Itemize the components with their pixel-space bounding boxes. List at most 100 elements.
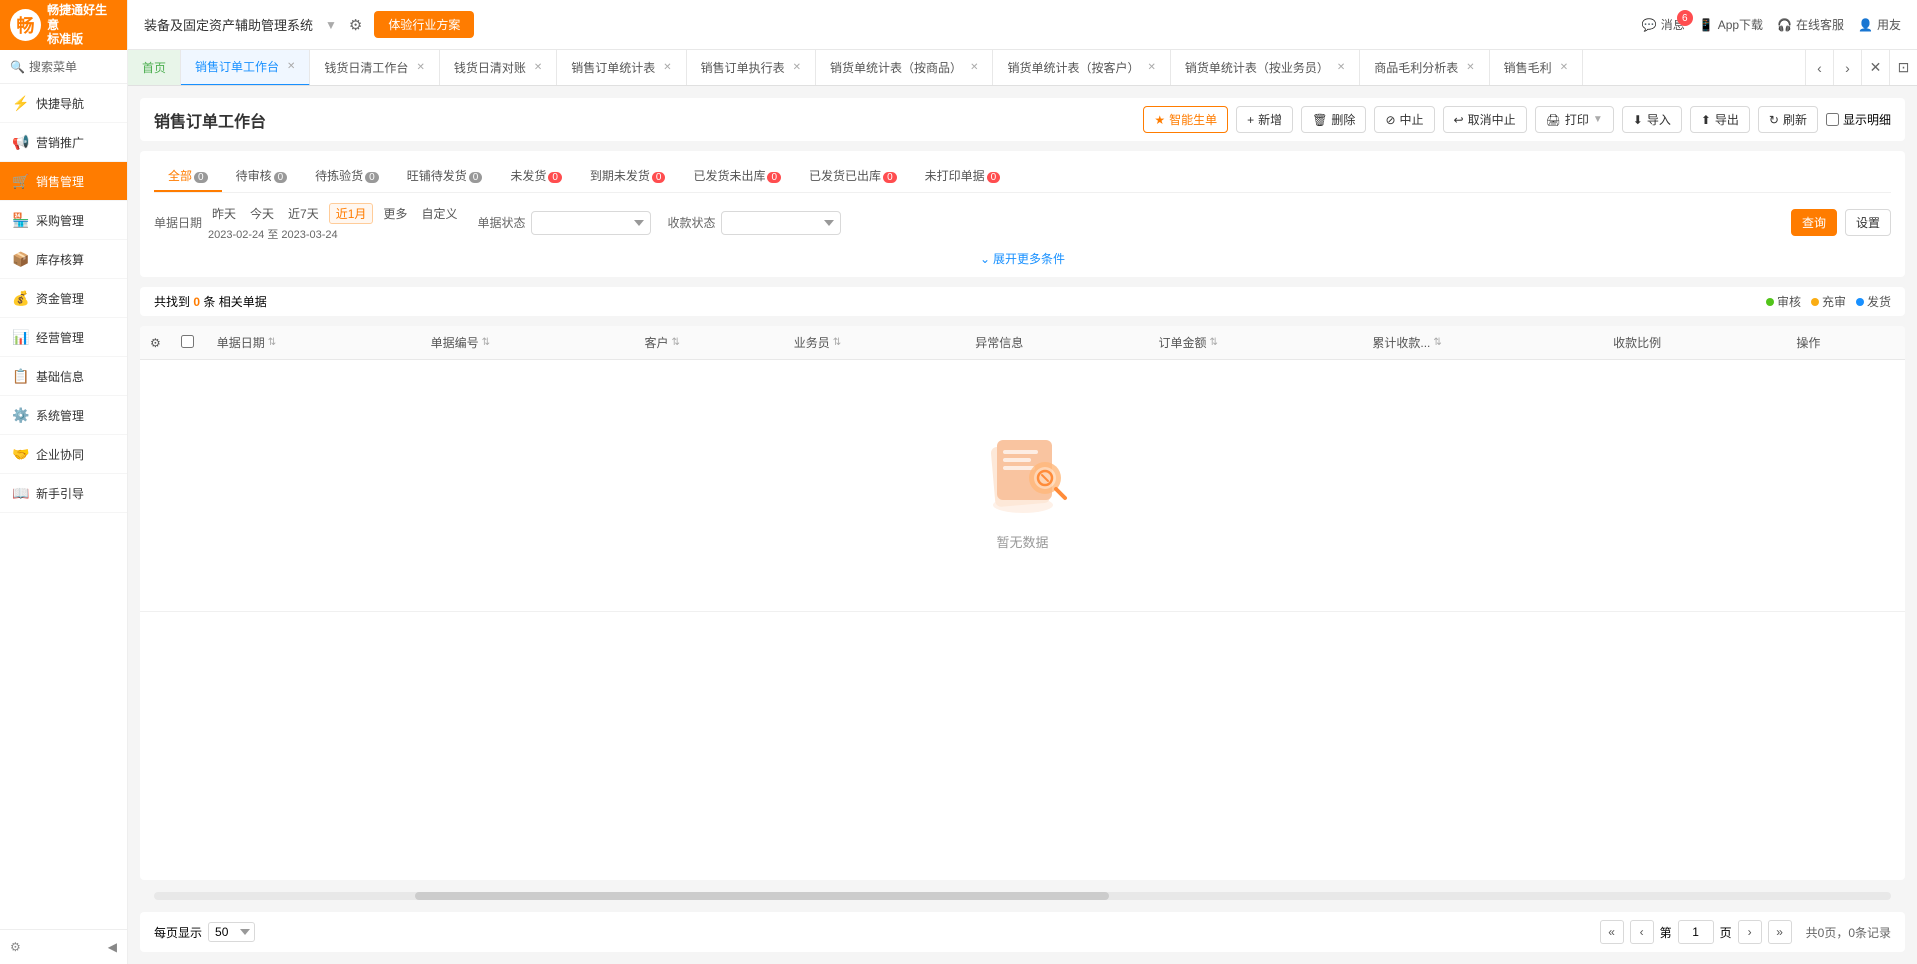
last-page-button[interactable]: » (1768, 920, 1792, 944)
col-gear[interactable]: ⚙ (140, 326, 171, 360)
tab-close-cash-daily-reconcile[interactable]: ✕ (534, 62, 542, 73)
tab-close-all[interactable]: ✕ (1861, 50, 1889, 86)
col-amount[interactable]: 订单金额⇅ (1148, 326, 1362, 360)
date-option-近1月[interactable]: 近1月 (329, 203, 374, 224)
expand-conditions-button[interactable]: ⌄ 展开更多条件 (980, 250, 1065, 267)
show-detail-input[interactable] (1826, 113, 1839, 126)
date-option-更多[interactable]: 更多 (379, 203, 411, 224)
sidebar-item-guide[interactable]: 📖新手引导 (0, 474, 127, 513)
col-number[interactable]: 单据编号⇅ (421, 326, 635, 360)
filter-tab-pending-inspection[interactable]: 待拣验货0 (301, 161, 393, 192)
print-button[interactable]: 🖨 打印 ▼ (1535, 106, 1614, 133)
sort-amount[interactable]: 订单金额⇅ (1158, 334, 1352, 351)
tab-close-sales-stats-salesman[interactable]: ✕ (1337, 62, 1345, 73)
filter-tab-all[interactable]: 全部0 (154, 161, 222, 192)
tab-sales-stats-salesman[interactable]: 销货单统计表（按业务员）✕ (1171, 50, 1360, 86)
topbar-dropdown-icon[interactable]: ▼ (325, 18, 337, 32)
tab-sales-profit[interactable]: 销售毛利✕ (1490, 50, 1583, 86)
sidebar-item-inventory[interactable]: 📦库存核算 (0, 240, 127, 279)
next-page-button[interactable]: › (1738, 920, 1762, 944)
tab-sales-order-exec[interactable]: 销售订单执行表✕ (687, 50, 816, 86)
prev-page-button[interactable]: ‹ (1630, 920, 1654, 944)
tab-expand[interactable]: ⊡ (1889, 50, 1917, 86)
review-action[interactable]: 审核 (1766, 293, 1801, 310)
add-button[interactable]: + 新增 (1236, 106, 1293, 133)
sidebar-item-marketing[interactable]: 📢营销推广 (0, 123, 127, 162)
sort-salesman[interactable]: 业务员⇅ (794, 334, 956, 351)
filter-tab-pending-review[interactable]: 待审核0 (222, 161, 302, 192)
stop-button[interactable]: ⊘ 中止 (1374, 106, 1434, 133)
sort-number[interactable]: 单据编号⇅ (431, 334, 625, 351)
tab-close-sales-order-workbench[interactable]: ✕ (287, 61, 295, 72)
topbar-gear-icon[interactable]: ⚙ (349, 16, 362, 34)
tab-close-cash-daily[interactable]: ✕ (416, 62, 424, 73)
refresh-button[interactable]: ↻ 刷新 (1758, 106, 1818, 133)
payment-select[interactable] (721, 211, 841, 235)
col-checkbox[interactable] (171, 326, 207, 360)
col-collected[interactable]: 累计收款...⇅ (1362, 326, 1603, 360)
col-customer[interactable]: 客户⇅ (635, 326, 784, 360)
filter-tab-overdue-not-shipped[interactable]: 到期未发货0 (576, 161, 680, 192)
sidebar-item-purchase[interactable]: 🏪采购管理 (0, 201, 127, 240)
first-page-button[interactable]: « (1600, 920, 1624, 944)
filter-tab-not-printed[interactable]: 未打印单据0 (911, 161, 1015, 192)
tab-close-sales-order-exec[interactable]: ✕ (793, 62, 801, 73)
sidebar-item-operations[interactable]: 📊经营管理 (0, 318, 127, 357)
online-service-button[interactable]: 🎧 在线客服 (1777, 16, 1844, 33)
tab-close-sales-stats-customer[interactable]: ✕ (1147, 62, 1155, 73)
sidebar-item-sales[interactable]: 🛒销售管理 (0, 162, 127, 201)
delete-button[interactable]: 🗑 删除 (1301, 106, 1366, 133)
cancel-stop-button[interactable]: ↩ 取消中止 (1443, 106, 1527, 133)
show-detail-checkbox[interactable]: 显示明细 (1826, 111, 1891, 128)
tab-nav-right[interactable]: › (1833, 50, 1861, 86)
tab-cash-daily-reconcile[interactable]: 钱货日清对账✕ (440, 50, 557, 86)
horizontal-scrollbar[interactable] (140, 890, 1905, 902)
tab-sales-stats-product[interactable]: 销货单统计表（按商品）✕ (816, 50, 993, 86)
export-button[interactable]: ⬆ 导出 (1690, 106, 1750, 133)
import-button[interactable]: ⬇ 导入 (1622, 106, 1682, 133)
sidebar-item-basic-info[interactable]: 📋基础信息 (0, 357, 127, 396)
page-number-input[interactable] (1678, 920, 1714, 944)
cancel-review-action[interactable]: 充审 (1811, 293, 1846, 310)
col-salesman[interactable]: 业务员⇅ (784, 326, 966, 360)
filter-tab-shipped-not-out[interactable]: 已发货未出库0 (679, 161, 795, 192)
query-button[interactable]: 查询 (1791, 209, 1837, 236)
date-option-昨天[interactable]: 昨天 (208, 203, 240, 224)
select-all-checkbox[interactable] (181, 335, 194, 348)
sidebar-item-system[interactable]: ⚙️系统管理 (0, 396, 127, 435)
tab-sales-order-workbench[interactable]: 销售订单工作台✕ (181, 50, 310, 86)
status-select[interactable] (531, 211, 651, 235)
filter-settings-button[interactable]: 设置 (1845, 209, 1891, 236)
tab-close-sales-stats-product[interactable]: ✕ (970, 62, 978, 73)
smart-create-button[interactable]: ★ 智能生单 (1143, 106, 1228, 133)
settings-icon[interactable]: ⚙ (10, 940, 21, 954)
date-option-近7天[interactable]: 近7天 (284, 203, 323, 224)
tab-goods-margin[interactable]: 商品毛利分析表✕ (1360, 50, 1489, 86)
filter-tab-wangpu-pending[interactable]: 旺铺待发货0 (393, 161, 497, 192)
sort-collected[interactable]: 累计收款...⇅ (1372, 334, 1593, 351)
sort-date[interactable]: 单据日期⇅ (217, 334, 411, 351)
search-menu[interactable]: 🔍 搜索菜单 (0, 50, 127, 84)
industry-solution-button[interactable]: 体验行业方案 (374, 11, 474, 38)
message-button[interactable]: 💬 消息 6 (1642, 16, 1685, 33)
sort-customer[interactable]: 客户⇅ (645, 334, 774, 351)
tab-home[interactable]: 首页 (128, 50, 181, 86)
tab-sales-order-stats[interactable]: 销售订单统计表✕ (557, 50, 686, 86)
date-option-自定义[interactable]: 自定义 (417, 203, 461, 224)
user-menu[interactable]: 👤 用友 (1858, 16, 1901, 33)
ship-action[interactable]: 发货 (1856, 293, 1891, 310)
filter-tab-not-shipped[interactable]: 未发货0 (496, 161, 576, 192)
tab-close-sales-order-stats[interactable]: ✕ (663, 62, 671, 73)
sidebar-item-enterprise[interactable]: 🤝企业协同 (0, 435, 127, 474)
sidebar-item-finance[interactable]: 💰资金管理 (0, 279, 127, 318)
tab-close-goods-margin[interactable]: ✕ (1466, 62, 1474, 73)
sidebar-item-quick-nav[interactable]: ⚡快捷导航 (0, 84, 127, 123)
col-date[interactable]: 单据日期⇅ (207, 326, 421, 360)
per-page-select[interactable]: 50 20 100 200 (208, 922, 255, 942)
tab-cash-daily[interactable]: 钱货日清工作台✕ (310, 50, 439, 86)
tab-nav-left[interactable]: ‹ (1805, 50, 1833, 86)
date-option-今天[interactable]: 今天 (246, 203, 278, 224)
filter-tab-shipped-out[interactable]: 已发货已出库0 (795, 161, 911, 192)
tab-sales-stats-customer[interactable]: 销货单统计表（按客户）✕ (993, 50, 1170, 86)
tab-close-sales-profit[interactable]: ✕ (1560, 62, 1568, 73)
